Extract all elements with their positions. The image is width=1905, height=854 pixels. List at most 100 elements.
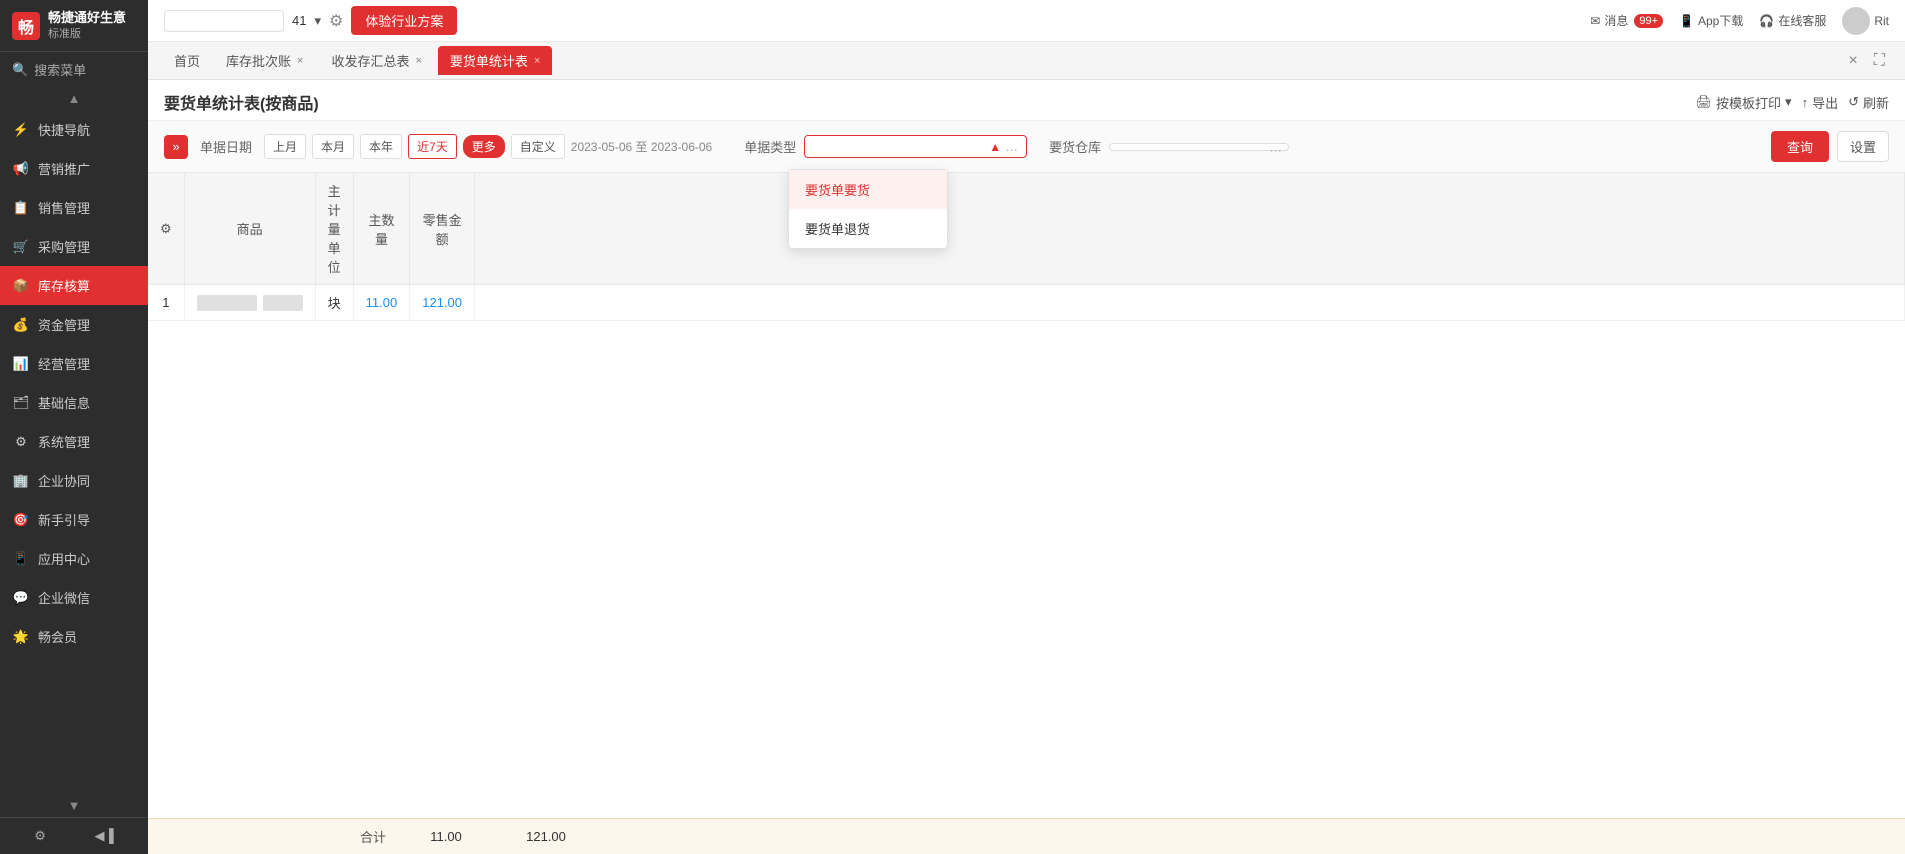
sidebar-item-operation[interactable]: 📊 经营管理 <box>0 344 148 383</box>
sidebar-item-label: 企业协同 <box>38 471 90 490</box>
sidebar-bottom: ⚙ ◀▐ <box>0 817 148 854</box>
base-icon: 🗂 <box>12 395 30 411</box>
tab-home[interactable]: 首页 <box>164 46 210 75</box>
tabs-close-all-btn[interactable]: × <box>1844 50 1861 72</box>
print-label: 按模板打印 <box>1716 93 1781 112</box>
sidebar-item-appstore[interactable]: 📱 应用中心 <box>0 539 148 578</box>
th-settings[interactable]: ⚙ <box>148 173 184 285</box>
sidebar-item-label: 销售管理 <box>38 198 90 217</box>
expand-icon: » <box>172 139 179 154</box>
filter-type-input[interactable] <box>813 139 989 154</box>
topbar-avatar-group[interactable]: Rit <box>1842 7 1889 35</box>
main-area: 41 ▾ ⚙ 体验行业方案 ✉ 消息 99+ 📱 App下载 🎧 在线客服 Ri… <box>148 0 1905 854</box>
date-btn-custom[interactable]: 自定义 <box>511 134 565 159</box>
filter-type-input-wrapper[interactable]: ▲ … <box>804 135 1027 158</box>
type-dropdown-menu: 要货单要货 要货单退货 <box>788 169 948 249</box>
sidebar-item-label: 营销推广 <box>38 159 90 178</box>
tabs-bar: 首页 库存批次账 × 收发存汇总表 × 要货单统计表 × × ⛶ <box>148 42 1905 80</box>
sidebar-item-finance[interactable]: 💰 资金管理 <box>0 305 148 344</box>
cell-extra <box>475 285 1905 321</box>
inventory-icon: 📦 <box>12 278 30 294</box>
topbar-gear-icon[interactable]: ⚙ <box>329 11 343 31</box>
sidebar-item-sales[interactable]: 📋 销售管理 <box>0 188 148 227</box>
sidebar-collapse-btn[interactable]: ◀▐ <box>95 828 114 844</box>
print-btn[interactable]: 🖨 按模板打印 ▾ <box>1696 93 1792 112</box>
query-btn[interactable]: 查询 <box>1771 131 1829 162</box>
cell-main-qty[interactable]: 11.00 <box>353 285 410 321</box>
sidebar-search[interactable]: 🔍 搜索菜单 <box>0 52 148 87</box>
sidebar-item-label: 新手引导 <box>38 510 90 529</box>
date-btn-7days[interactable]: 近7天 <box>408 134 457 159</box>
filter-warehouse-input[interactable]: … <box>1109 143 1289 151</box>
topbar-online-service[interactable]: 🎧 在线客服 <box>1759 12 1826 29</box>
filter-type-arrow-icon[interactable]: ▲ <box>989 140 1001 154</box>
date-btn-more[interactable]: 更多 <box>463 135 505 158</box>
product-placeholder <box>197 295 257 311</box>
wechat-icon: 💬 <box>12 590 30 606</box>
topbar: 41 ▾ ⚙ 体验行业方案 ✉ 消息 99+ 📱 App下载 🎧 在线客服 Ri… <box>148 0 1905 42</box>
date-btn-this-month[interactable]: 本月 <box>312 134 354 159</box>
filter-expand-btn[interactable]: » <box>164 135 188 159</box>
sidebar: 畅 畅捷通好生意 标准版 🔍 搜索菜单 ▲ ⚡ 快捷导航 📢 营销推广 📋 销售… <box>0 0 148 854</box>
dropdown-item-0[interactable]: 要货单要货 <box>789 170 947 209</box>
filter-type-label: 单据类型 <box>744 137 796 156</box>
app-download-label: App下载 <box>1698 12 1743 29</box>
purchase-icon: 🛒 <box>12 239 30 255</box>
sidebar-settings-btn[interactable]: ⚙ <box>34 828 46 844</box>
finance-icon: 💰 <box>12 317 30 333</box>
sidebar-item-label: 经营管理 <box>38 354 90 373</box>
cell-retail-amount[interactable]: 121.00 <box>410 285 475 321</box>
tab-receive-summary[interactable]: 收发存汇总表 × <box>319 46 433 75</box>
dropdown-item-1[interactable]: 要货单退货 <box>789 209 947 248</box>
th-main-qty: 主数量 <box>353 173 410 285</box>
filter-warehouse-group: 要货仓库 … <box>1049 137 1289 156</box>
tabs-expand-btn[interactable]: ⛶ <box>1870 50 1889 72</box>
footer-label: 合计 <box>160 827 386 846</box>
filter-type-group: 单据类型 ▲ … <box>744 135 1027 158</box>
marketing-icon: 📢 <box>12 161 30 177</box>
topbar-dropdown[interactable]: ▾ <box>314 13 321 29</box>
tab-close-icon[interactable]: × <box>415 55 421 67</box>
tab-inventory-batch[interactable]: 库存批次账 × <box>214 46 315 75</box>
table-container: ⚙ 商品 主计量单位 主数量 零售金额 1 <box>148 173 1905 818</box>
sidebar-scroll-down[interactable]: ▼ <box>0 794 148 817</box>
topbar-search-input[interactable] <box>164 10 284 32</box>
tab-close-icon[interactable]: × <box>534 55 540 67</box>
print-icon: 🖨 <box>1696 94 1713 110</box>
sidebar-item-label: 企业微信 <box>38 588 90 607</box>
settings-btn[interactable]: 设置 <box>1837 131 1889 162</box>
topbar-app-download[interactable]: 📱 App下载 <box>1679 12 1743 29</box>
refresh-btn[interactable]: ↺ 刷新 <box>1848 93 1889 112</box>
data-table: ⚙ 商品 主计量单位 主数量 零售金额 1 <box>148 173 1905 321</box>
sales-icon: 📋 <box>12 200 30 216</box>
sidebar-item-purchase[interactable]: 🛒 采购管理 <box>0 227 148 266</box>
filter-actions: 查询 设置 <box>1771 131 1889 162</box>
guide-icon: 🎯 <box>12 512 30 528</box>
topbar-messages[interactable]: ✉ 消息 99+ <box>1590 12 1663 29</box>
sidebar-item-marketing[interactable]: 📢 营销推广 <box>0 149 148 188</box>
sidebar-item-label: 畅会员 <box>38 627 77 646</box>
sidebar-logo: 畅 畅捷通好生意 标准版 <box>0 0 148 52</box>
sidebar-item-label: 应用中心 <box>38 549 90 568</box>
logo-text: 畅捷通好生意 标准版 <box>48 10 126 41</box>
trial-btn[interactable]: 体验行业方案 <box>351 6 457 35</box>
sidebar-item-base[interactable]: 🗂 基础信息 <box>0 383 148 422</box>
page-content: 要货单统计表(按商品) 🖨 按模板打印 ▾ ↑ 导出 ↺ 刷新 <box>148 80 1905 854</box>
cell-product <box>184 285 315 321</box>
sidebar-item-guide[interactable]: 🎯 新手引导 <box>0 500 148 539</box>
export-btn[interactable]: ↑ 导出 <box>1802 93 1839 112</box>
avatar <box>1842 7 1870 35</box>
tab-close-icon[interactable]: × <box>297 55 303 67</box>
sidebar-item-system[interactable]: ⚙ 系统管理 <box>0 422 148 461</box>
print-dropdown-icon: ▾ <box>1785 94 1792 110</box>
tab-order-summary[interactable]: 要货单统计表 × <box>438 46 552 75</box>
date-btn-this-year[interactable]: 本年 <box>360 134 402 159</box>
sidebar-scroll-up[interactable]: ▲ <box>0 87 148 110</box>
date-btn-last-month[interactable]: 上月 <box>264 134 306 159</box>
sidebar-item-enterprise[interactable]: 🏢 企业协同 <box>0 461 148 500</box>
sidebar-item-inventory[interactable]: 📦 库存核算 <box>0 266 148 305</box>
sidebar-item-quick-nav[interactable]: ⚡ 快捷导航 <box>0 110 148 149</box>
sidebar-item-member[interactable]: 🌟 畅会员 <box>0 617 148 656</box>
sidebar-item-wechat[interactable]: 💬 企业微信 <box>0 578 148 617</box>
filter-type-dots-icon[interactable]: … <box>1005 139 1018 154</box>
